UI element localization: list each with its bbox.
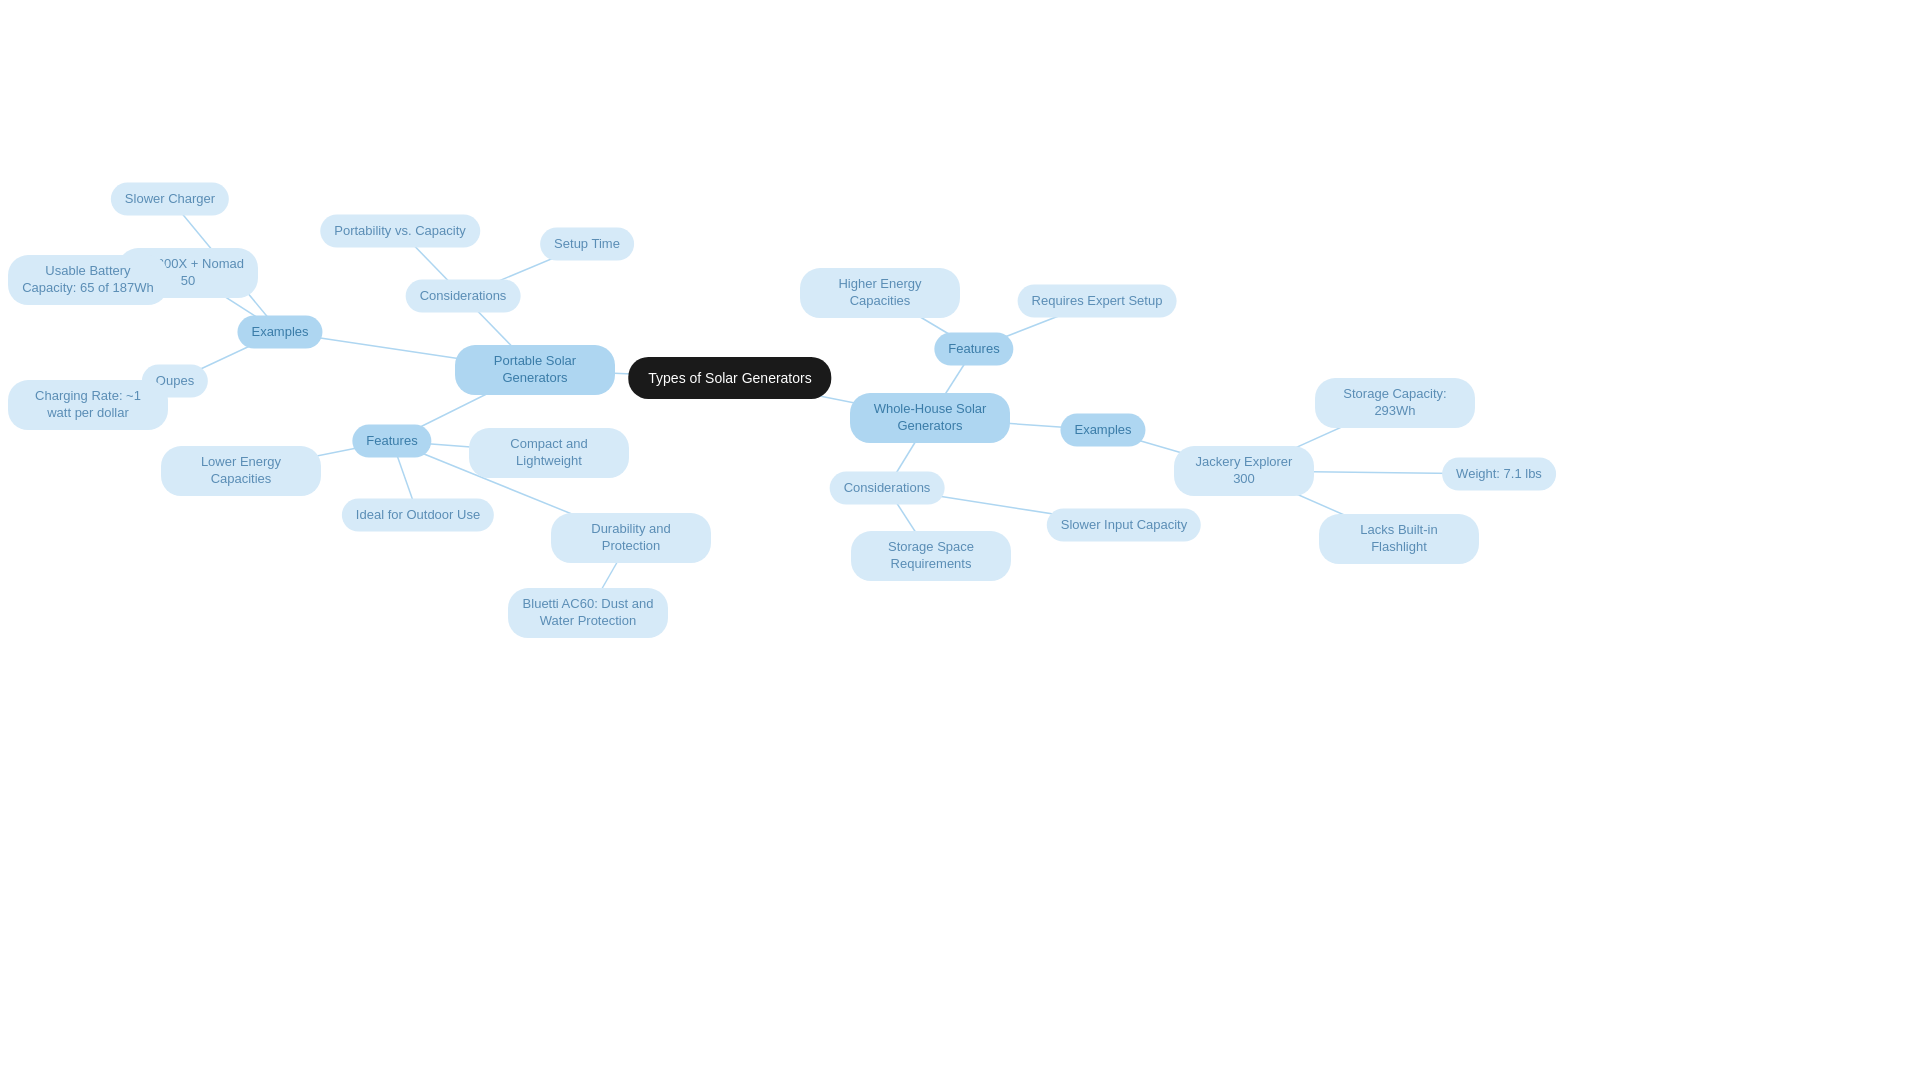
- node-lower_energy[interactable]: Lower Energy Capacities: [161, 446, 321, 496]
- node-weight_71[interactable]: Weight: 7.1 lbs: [1442, 458, 1556, 491]
- node-usable_battery[interactable]: Usable Battery Capacity: 65 of 187Wh: [8, 255, 168, 305]
- node-wh_features[interactable]: Features: [934, 333, 1013, 366]
- node-wholehouse[interactable]: Whole-House Solar Generators: [850, 393, 1010, 443]
- center-node[interactable]: Types of Solar Generators: [628, 357, 831, 399]
- node-portability_capacity[interactable]: Portability vs. Capacity: [320, 215, 480, 248]
- node-jackery[interactable]: Jackery Explorer 300: [1174, 446, 1314, 496]
- node-portable_considerations[interactable]: Considerations: [406, 280, 521, 313]
- node-bluetti[interactable]: Bluetti AC60: Dust and Water Protection: [508, 588, 668, 638]
- node-requires_expert[interactable]: Requires Expert Setup: [1018, 285, 1177, 318]
- node-storage_293[interactable]: Storage Capacity: 293Wh: [1315, 378, 1475, 428]
- node-compact_lightweight[interactable]: Compact and Lightweight: [469, 428, 629, 478]
- node-slower_charger[interactable]: Slower Charger: [111, 183, 229, 216]
- node-slower_input[interactable]: Slower Input Capacity: [1047, 509, 1201, 542]
- node-portable_examples[interactable]: Examples: [237, 316, 322, 349]
- node-charging_rate[interactable]: Charging Rate: ~1 watt per dollar: [8, 380, 168, 430]
- node-durability[interactable]: Durability and Protection: [551, 513, 711, 563]
- node-portable_features[interactable]: Features: [352, 425, 431, 458]
- node-ideal_outdoor[interactable]: Ideal for Outdoor Use: [342, 499, 494, 532]
- node-wh_examples[interactable]: Examples: [1060, 414, 1145, 447]
- node-setup_time[interactable]: Setup Time: [540, 228, 634, 261]
- node-storage_space[interactable]: Storage Space Requirements: [851, 531, 1011, 581]
- node-lacks_flashlight[interactable]: Lacks Built-in Flashlight: [1319, 514, 1479, 564]
- node-portable[interactable]: Portable Solar Generators: [455, 345, 615, 395]
- node-wh_considerations[interactable]: Considerations: [830, 472, 945, 505]
- node-higher_energy[interactable]: Higher Energy Capacities: [800, 268, 960, 318]
- mindmap-canvas: Types of Solar Generators Portable Solar …: [0, 0, 1920, 1083]
